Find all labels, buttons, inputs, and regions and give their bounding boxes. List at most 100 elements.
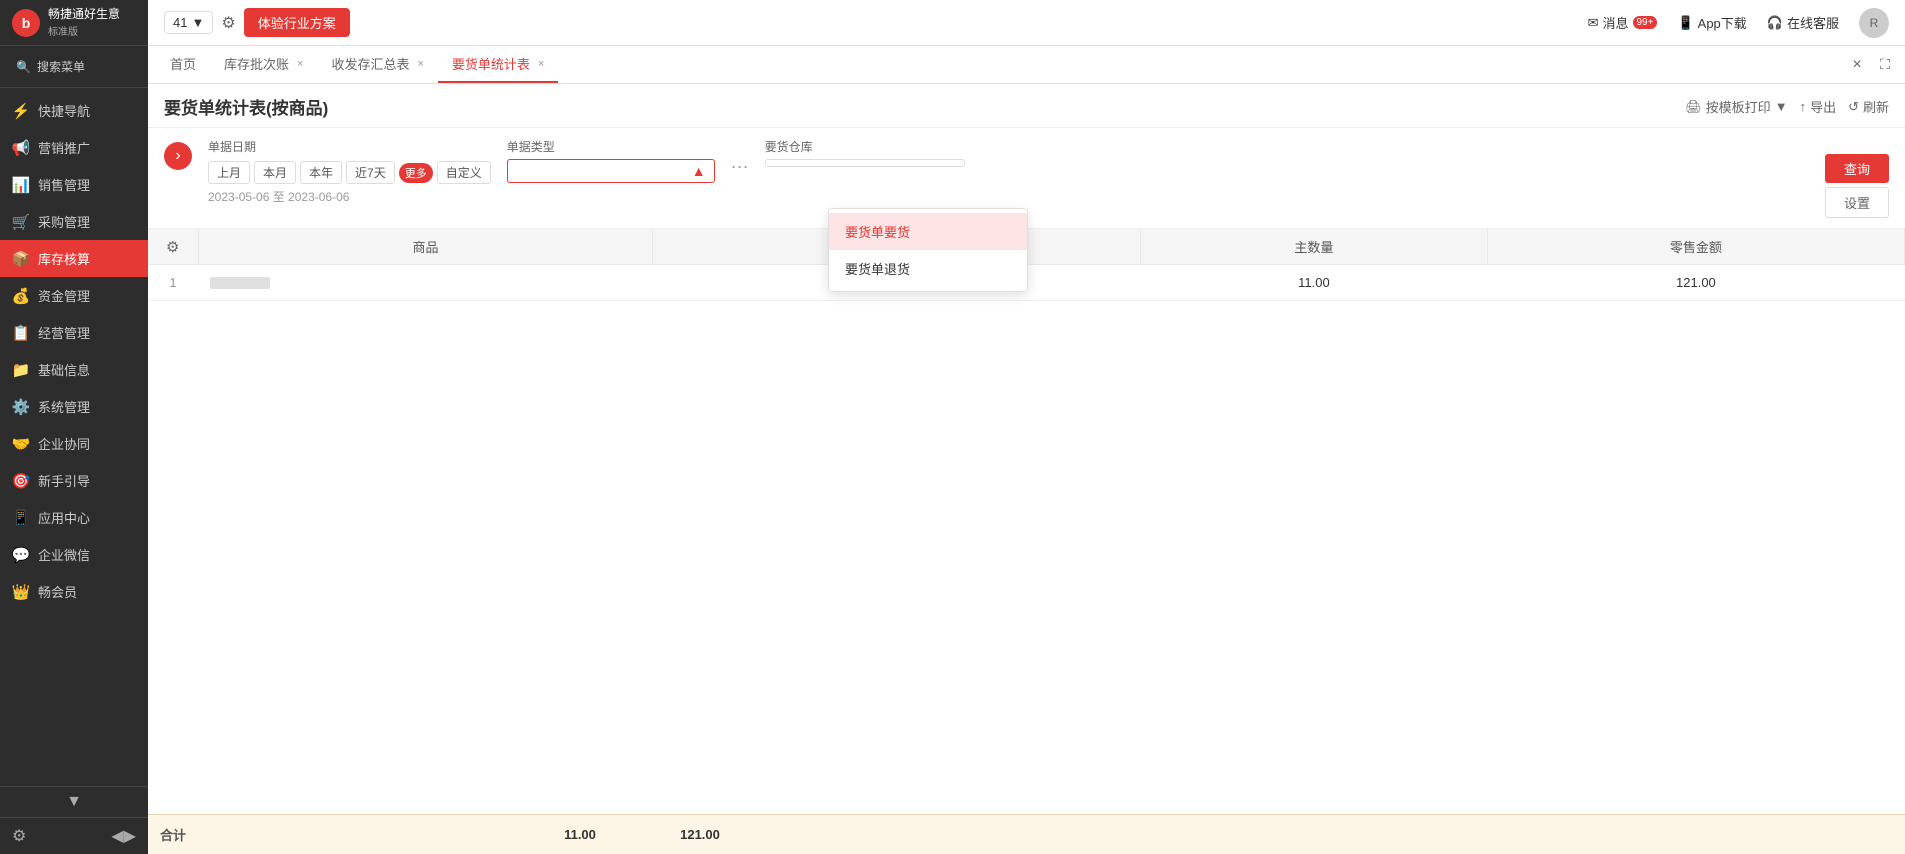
tab-receive-summary[interactable]: 收发存汇总表 × [317, 46, 437, 83]
sidebar-item-inventory[interactable]: 📦 库存核算 [0, 240, 148, 277]
doc-type-dropdown: 要货单要货 要货单退货 [828, 208, 1028, 292]
filter-more-options[interactable]: ··· [731, 156, 749, 177]
warehouse-select[interactable] [765, 159, 965, 167]
service-icon: 🎧 [1767, 15, 1783, 31]
tab-receive-summary-close[interactable]: × [417, 58, 423, 70]
doc-type-input[interactable] [516, 164, 692, 179]
inventory-icon: 📦 [12, 250, 30, 268]
sidebar-item-system[interactable]: ⚙️ 系统管理 [0, 388, 148, 425]
doc-type-arrow-icon[interactable]: ▲ [692, 163, 706, 179]
quick-nav-icon: ⚡ [12, 102, 30, 120]
sidebar-item-label: 快捷导航 [38, 101, 90, 120]
page-title: 要货单统计表(按商品) [164, 94, 328, 119]
marketing-icon: 📢 [12, 139, 30, 157]
app-subtitle: 标准版 [48, 23, 120, 38]
filter-warehouse-group: 要货仓库 [765, 138, 965, 167]
topbar-settings-icon[interactable]: ⚙ [221, 13, 235, 33]
sidebar-item-label: 资金管理 [38, 286, 90, 305]
footer-retail-amount: 121.00 [640, 827, 760, 842]
doc-type-select[interactable]: ▲ [507, 159, 715, 183]
collapse-icon[interactable]: ◀▶ [111, 826, 136, 846]
date-btn-this-year[interactable]: 本年 [300, 161, 342, 184]
date-btn-last-7-days[interactable]: 近7天 [346, 161, 395, 184]
tabbar-close-all-button[interactable]: × [1845, 53, 1869, 77]
col-main-qty: 主数量 [1141, 229, 1488, 265]
sidebar-scroll-down[interactable]: ▼ [0, 786, 148, 817]
filter-date-group: 单据日期 上月 本月 本年 近7天 更多 自定义 2023-05-06 至 20… [208, 138, 491, 205]
sidebar-item-wechat[interactable]: 💬 企业微信 [0, 536, 148, 573]
page-header-actions: 🖨 按模板打印 ▼ ↑ 导出 ↺ 刷新 [1685, 97, 1889, 116]
tabbar-right-actions: × ⛶ [1845, 46, 1897, 83]
service-label: 在线客服 [1787, 13, 1839, 32]
date-more-button[interactable]: 更多 [399, 163, 433, 183]
sidebar-item-label: 基础信息 [38, 360, 90, 379]
tabbar-expand-button[interactable]: ⛶ [1873, 53, 1897, 77]
page-content: 要货单统计表(按商品) 🖨 按模板打印 ▼ ↑ 导出 ↺ 刷新 [148, 84, 1905, 854]
app-download-label: App下载 [1698, 13, 1747, 32]
search-menu-label: 搜索菜单 [37, 58, 85, 75]
sidebar-item-guide[interactable]: 🎯 新手引导 [0, 462, 148, 499]
table-container: ⚙ 商品 主计量单位 主数量 零售金额 1 [148, 229, 1905, 814]
export-button[interactable]: ↑ 导出 [1800, 97, 1837, 116]
sidebar-footer: ⚙ ◀▶ [0, 817, 148, 854]
tab-batch-account-close[interactable]: × [297, 58, 303, 70]
refresh-label: 刷新 [1863, 97, 1889, 116]
filter-fields: 单据日期 上月 本月 本年 近7天 更多 自定义 2023-05-06 至 20… [208, 138, 1809, 205]
app-title: 畅捷通好生意 [48, 7, 120, 23]
date-range-display: 2023-05-06 至 2023-06-06 [208, 188, 491, 205]
trial-button[interactable]: 体验行业方案 [244, 8, 350, 37]
tab-order-stats-close[interactable]: × [538, 58, 544, 70]
app-download-icon: 📱 [1677, 15, 1693, 31]
filter-toggle-button[interactable]: › [164, 142, 192, 170]
footer-label: 合计 [160, 825, 400, 844]
query-button[interactable]: 查询 [1825, 154, 1889, 183]
wechat-icon: 💬 [12, 546, 30, 564]
online-service-button[interactable]: 🎧 在线客服 [1767, 13, 1839, 32]
col-retail-amount: 零售金额 [1487, 229, 1904, 265]
sidebar-item-membership[interactable]: 👑 畅会员 [0, 573, 148, 610]
tab-home[interactable]: 首页 [156, 46, 210, 83]
tab-batch-account[interactable]: 库存批次账 × [210, 46, 317, 83]
topbar-right: ✉ 消息 99+ 📱 App下载 🎧 在线客服 R [1588, 8, 1889, 38]
message-badge: 99+ [1633, 16, 1658, 29]
settings-footer-icon[interactable]: ⚙ [12, 826, 26, 846]
sidebar-item-purchase[interactable]: 🛒 采购管理 [0, 203, 148, 240]
footer-main-qty: 11.00 [520, 827, 640, 842]
search-menu-button[interactable]: 🔍 搜索菜单 [10, 54, 138, 79]
product-name-placeholder [210, 277, 270, 289]
sidebar-item-marketing[interactable]: 📢 营销推广 [0, 129, 148, 166]
sidebar-item-label: 采购管理 [38, 212, 90, 231]
tab-order-stats[interactable]: 要货单统计表 × [438, 46, 558, 83]
table-footer: 合计 11.00 121.00 [148, 814, 1905, 854]
refresh-button[interactable]: ↺ 刷新 [1848, 97, 1889, 116]
finance-icon: 💰 [12, 287, 30, 305]
template-print-button[interactable]: 🖨 按模板打印 ▼ [1685, 97, 1787, 116]
store-selector[interactable]: 41 ▼ [164, 11, 213, 34]
user-avatar[interactable]: R [1859, 8, 1889, 38]
sidebar-item-basic-info[interactable]: 📁 基础信息 [0, 351, 148, 388]
tab-order-stats-label: 要货单统计表 [452, 54, 530, 73]
date-btn-last-month[interactable]: 上月 [208, 161, 250, 184]
sidebar-item-app-center[interactable]: 📱 应用中心 [0, 499, 148, 536]
message-icon: ✉ [1588, 15, 1599, 31]
sidebar-item-sales[interactable]: 📊 销售管理 [0, 166, 148, 203]
message-button[interactable]: ✉ 消息 99+ [1588, 13, 1658, 32]
tab-receive-summary-label: 收发存汇总表 [331, 54, 409, 73]
sidebar-item-quick-nav[interactable]: ⚡ 快捷导航 [0, 92, 148, 129]
product-name-cell [210, 277, 641, 289]
store-dropdown-icon: ▼ [191, 15, 204, 30]
app-download-button[interactable]: 📱 App下载 [1677, 13, 1746, 32]
sidebar-item-finance[interactable]: 💰 资金管理 [0, 277, 148, 314]
column-settings-icon[interactable]: ⚙ [166, 239, 179, 256]
date-btn-this-month[interactable]: 本月 [254, 161, 296, 184]
date-quick-buttons: 上月 本月 本年 近7天 更多 自定义 [208, 161, 491, 184]
warehouse-label: 要货仓库 [765, 138, 965, 155]
dropdown-item-order-return[interactable]: 要货单退货 [829, 250, 1027, 287]
sidebar-item-cooperation[interactable]: 🤝 企业协同 [0, 425, 148, 462]
doc-type-label: 单据类型 [507, 138, 715, 155]
tabbar: 首页 库存批次账 × 收发存汇总表 × 要货单统计表 × × ⛶ [148, 46, 1905, 84]
date-custom-button[interactable]: 自定义 [437, 161, 491, 184]
settings-button[interactable]: 设置 [1825, 187, 1889, 218]
dropdown-item-order-goods[interactable]: 要货单要货 [829, 213, 1027, 250]
sidebar-item-operation[interactable]: 📋 经营管理 [0, 314, 148, 351]
